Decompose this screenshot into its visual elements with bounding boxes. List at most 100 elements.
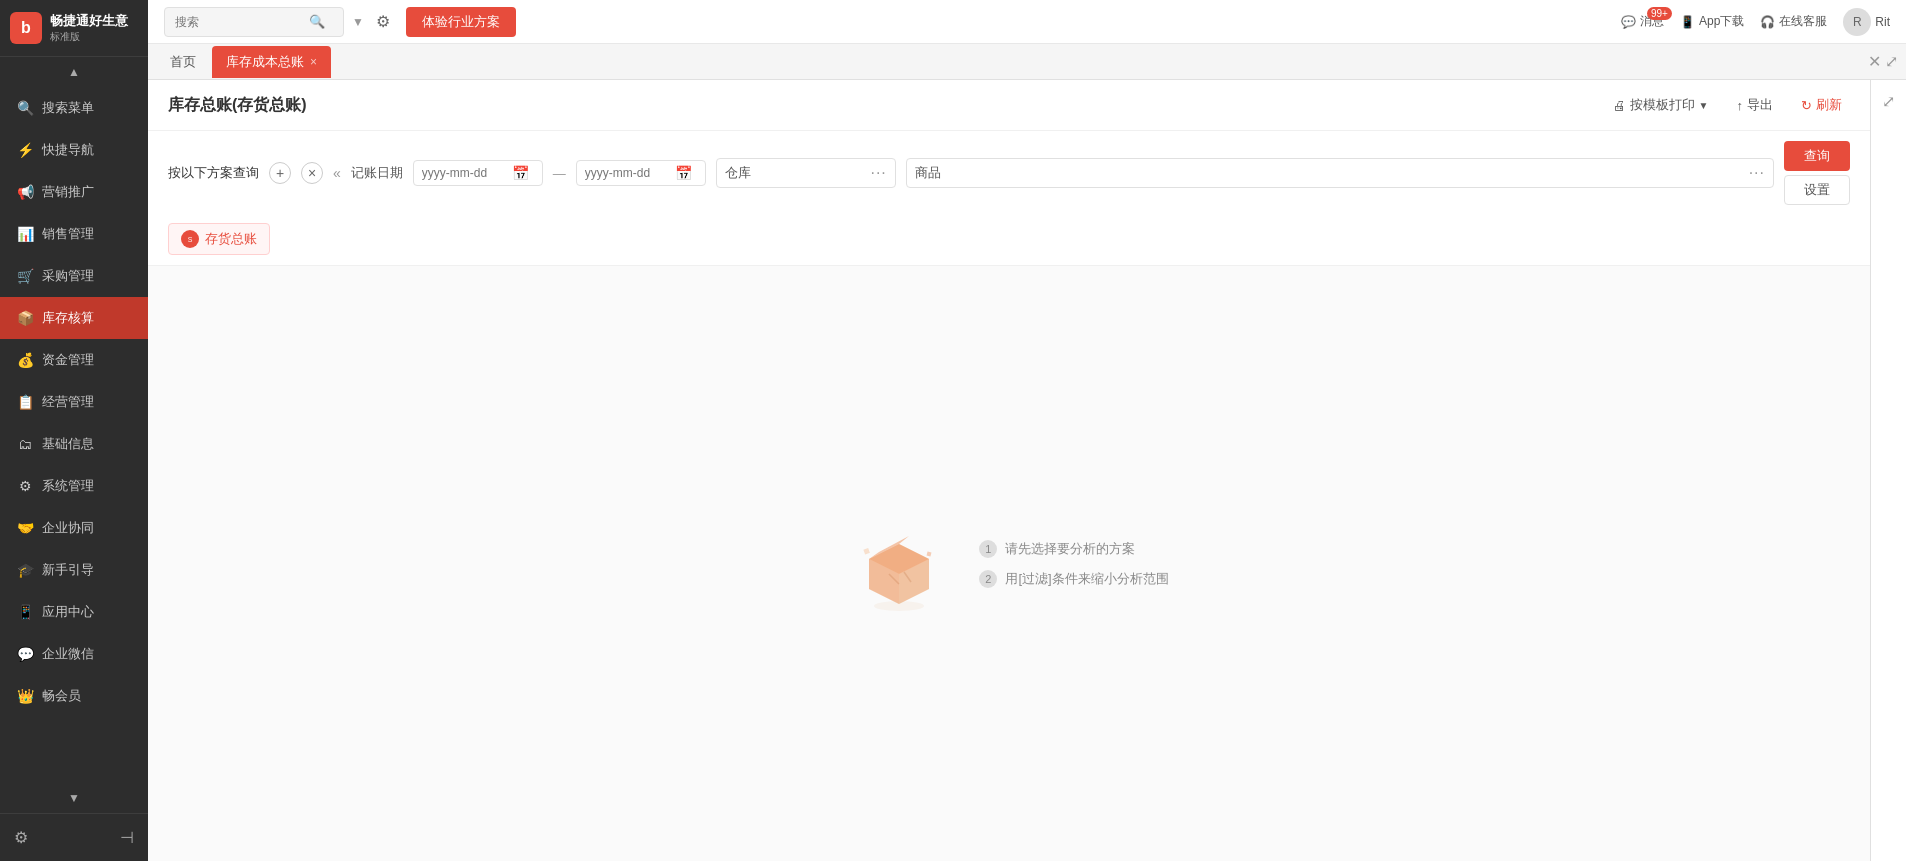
product-filter[interactable]: 商品 ··· [906,158,1774,188]
export-label: 导出 [1747,96,1773,114]
sidebar-item-finance[interactable]: 💰 资金管理 [0,339,148,381]
sidebar-item-operations[interactable]: 📋 经营管理 [0,381,148,423]
filter-add-button[interactable]: + [269,162,291,184]
tip-num-2: 2 [979,570,997,588]
query-button[interactable]: 查询 [1784,141,1850,171]
tip-num-1: 1 [979,540,997,558]
sidebar-item-label: 基础信息 [42,435,94,453]
sidebar-item-wechat[interactable]: 💬 企业微信 [0,633,148,675]
content-wrapper: 库存总账(存货总账) 🖨 按模板打印 ▼ ↑ 导出 ↻ 刷新 [148,80,1870,861]
panel-expand-icon[interactable]: ⤢ [1885,52,1898,71]
calendar-start-icon[interactable]: 📅 [512,165,529,181]
main-area: 🔍 ▼ ⚙ 体验行业方案 💬 消息 99+ 📱 App下载 🎧 在线客服 R R [148,0,1906,861]
messages-item[interactable]: 💬 消息 99+ [1621,13,1664,30]
tab-inventory-cost[interactable]: 库存成本总账 × [212,46,331,78]
sidebar-item-member[interactable]: 👑 畅会员 [0,675,148,717]
sidebar-item-app-center[interactable]: 📱 应用中心 [0,591,148,633]
refresh-button[interactable]: ↻ 刷新 [1793,92,1850,118]
user-account[interactable]: R Rit [1843,8,1890,36]
svg-text:S: S [188,236,193,243]
search-input[interactable] [175,15,305,29]
date-field-label: 记账日期 [351,164,403,182]
top-header: 🔍 ▼ ⚙ 体验行业方案 💬 消息 99+ 📱 App下载 🎧 在线客服 R R [148,0,1906,44]
username-label: Rit [1875,15,1890,29]
sidebar-item-cooperation[interactable]: 🤝 企业协同 [0,507,148,549]
scheme-option-label: 存货总账 [205,230,257,248]
inventory-icon: 📦 [16,309,34,327]
date-start-input-wrap: 📅 [413,160,543,186]
sidebar-item-purchase[interactable]: 🛒 采购管理 [0,255,148,297]
scroll-down-arrow[interactable]: ▼ [60,787,88,809]
svg-point-9 [874,601,924,611]
calendar-end-icon[interactable]: 📅 [675,165,692,181]
right-bar: ⤢ [1870,80,1906,861]
online-service-item[interactable]: 🎧 在线客服 [1760,13,1827,30]
guide-icon: 🎓 [16,561,34,579]
warehouse-more-icon[interactable]: ··· [870,164,886,182]
header-gear-icon[interactable]: ⚙ [376,12,390,31]
sidebar-item-system[interactable]: ⚙ 系统管理 [0,465,148,507]
member-icon: 👑 [16,687,34,705]
date-start-input[interactable] [422,166,512,180]
sidebar-item-label: 销售管理 [42,225,94,243]
logo-icon: b [10,12,42,44]
industry-button[interactable]: 体验行业方案 [406,7,516,37]
filter-collapse-icon[interactable]: « [333,165,341,181]
tab-close-icon[interactable]: × [310,55,317,69]
right-bar-expand-icon[interactable]: ⤢ [1878,88,1899,115]
printer-icon: 🖨 [1613,98,1626,113]
header-right: 💬 消息 99+ 📱 App下载 🎧 在线客服 R Rit [1621,8,1890,36]
sidebar-item-label: 企业微信 [42,645,94,663]
marketing-icon: 📢 [16,183,34,201]
warehouse-filter[interactable]: 仓库 ··· [716,158,896,188]
operations-icon: 📋 [16,393,34,411]
scroll-up-arrow[interactable]: ▲ [60,61,88,83]
sidebar-item-search-menu[interactable]: 🔍 搜索菜单 [0,87,148,129]
sidebar-collapse-button[interactable]: ⊣ [116,824,138,851]
print-button[interactable]: 🖨 按模板打印 ▼ [1605,92,1717,118]
page-header-actions: 🖨 按模板打印 ▼ ↑ 导出 ↻ 刷新 [1605,92,1850,118]
filter-remove-button[interactable]: × [301,162,323,184]
sidebar: b 畅捷通好生意 标准版 ▲ 🔍 搜索菜单 ⚡ 快捷导航 📢 营销推广 📊 销售… [0,0,148,861]
sidebar-item-label: 库存核算 [42,309,94,327]
filter-scheme-row: S 存货总账 [148,215,1870,265]
empty-tips: 1 请先选择要分析的方案 2 用[过滤]条件来缩小分析范围 [979,540,1168,588]
app-download-item[interactable]: 📱 App下载 [1680,13,1744,30]
scheme-option-inventory[interactable]: S 存货总账 [168,223,270,255]
date-end-input[interactable] [585,166,675,180]
svg-rect-10 [864,548,870,554]
logo-main-text: 畅捷通好生意 [50,13,128,30]
main-content-area: 1 请先选择要分析的方案 2 用[过滤]条件来缩小分析范围 [148,266,1870,861]
sidebar-item-label: 新手引导 [42,561,94,579]
sidebar-item-sales[interactable]: 📊 销售管理 [0,213,148,255]
settings-button[interactable]: 设置 [1784,175,1850,205]
product-more-icon[interactable]: ··· [1749,164,1765,182]
export-button[interactable]: ↑ 导出 [1729,92,1782,118]
empty-tip-2: 2 用[过滤]条件来缩小分析范围 [979,570,1168,588]
finance-icon: 💰 [16,351,34,369]
logo-sub-text: 标准版 [50,30,128,43]
system-icon: ⚙ [16,477,34,495]
sidebar-item-guide[interactable]: 🎓 新手引导 [0,549,148,591]
sidebar-item-basic-info[interactable]: 🗂 基础信息 [0,423,148,465]
sidebar-bottom: ⚙ ⊣ [0,813,148,861]
sidebar-item-label: 搜索菜单 [42,99,94,117]
sidebar-item-marketing[interactable]: 📢 营销推广 [0,171,148,213]
svg-rect-11 [927,551,932,556]
tab-inventory-cost-label: 库存成本总账 [226,53,304,71]
date-end-input-wrap: 📅 [576,160,706,186]
sidebar-logo[interactable]: b 畅捷通好生意 标准版 [0,0,148,57]
tab-home[interactable]: 首页 [156,46,210,78]
empty-state: 1 请先选择要分析的方案 2 用[过滤]条件来缩小分析范围 [849,514,1168,614]
search-chevron-icon[interactable]: ▼ [352,15,364,29]
sidebar-settings-button[interactable]: ⚙ [10,824,32,851]
sidebar-item-quick-nav[interactable]: ⚡ 快捷导航 [0,129,148,171]
panel-close-icon[interactable]: ✕ [1868,52,1881,71]
scheme-option-icon: S [181,230,199,248]
sidebar-item-label: 快捷导航 [42,141,94,159]
sidebar-item-inventory[interactable]: 📦 库存核算 [0,297,148,339]
sidebar-scroll-bottom: ▼ [0,783,148,813]
quick-nav-icon: ⚡ [16,141,34,159]
online-service-label: 在线客服 [1779,13,1827,30]
tabs-bar: 首页 库存成本总账 × ✕ ⤢ [148,44,1906,80]
